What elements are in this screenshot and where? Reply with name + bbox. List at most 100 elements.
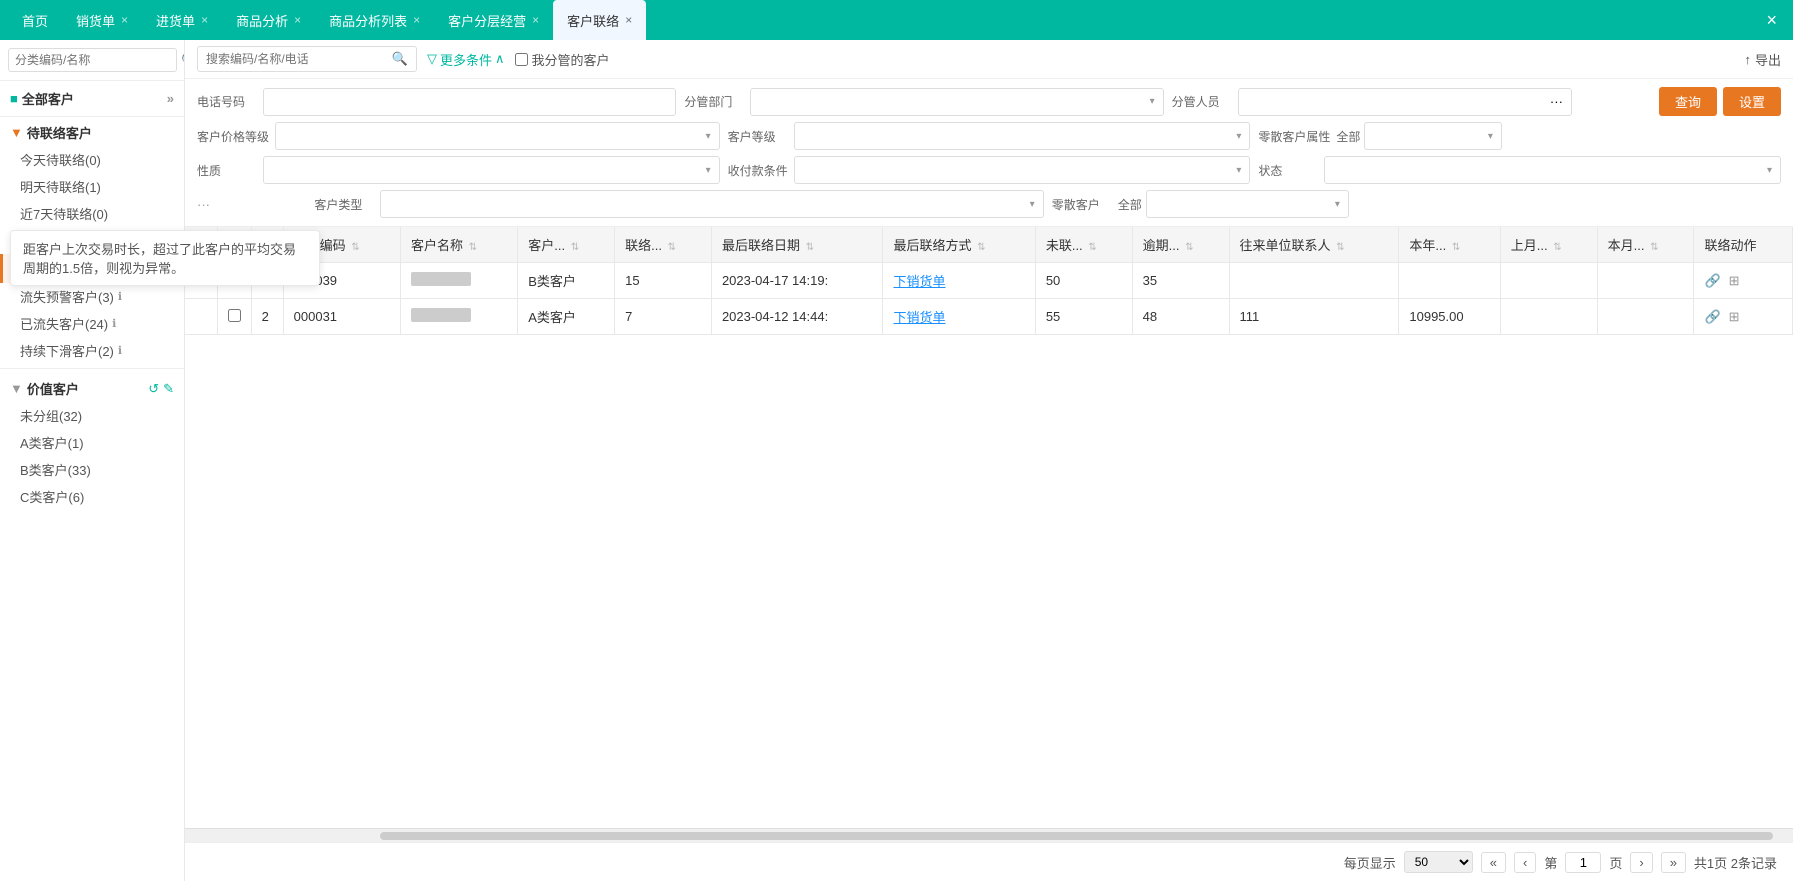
sidebar-item-churned[interactable]: 已流失客户(24) ℹ: [0, 310, 184, 337]
contact-column-header[interactable]: 联络... ⇅: [615, 227, 712, 263]
filter-phone-label: 电话号码: [197, 93, 257, 110]
row2-this-year: 10995.00: [1399, 299, 1500, 335]
row2-last-method[interactable]: 下销货单: [883, 299, 1035, 335]
close-product-list-tab[interactable]: ×: [413, 13, 420, 27]
filter-price-level-select[interactable]: ▾: [275, 122, 720, 150]
last-date-column-header[interactable]: 最后联络日期 ⇅: [711, 227, 883, 263]
filter-retail-customer-select[interactable]: ▾: [1146, 190, 1349, 218]
row1-link-icon[interactable]: 🔗: [1704, 273, 1720, 289]
nav-tab-purchase[interactable]: 进货单 ×: [142, 0, 222, 40]
filter-dept-field: 分管部门 ▾: [684, 88, 1163, 116]
query-button[interactable]: 查询: [1659, 87, 1717, 116]
this-year-column-header[interactable]: 本年... ⇅: [1399, 227, 1500, 263]
sidebar-item-class-a[interactable]: A类客户(1): [0, 429, 184, 456]
sidebar-price-icons[interactable]: ↺ ✎: [148, 381, 174, 397]
sidebar-all-customers[interactable]: ■ 全部客户 »: [0, 81, 184, 117]
page-number-input[interactable]: [1565, 852, 1601, 873]
row1-actions: 🔗 ⊞: [1694, 263, 1793, 299]
filter-phone-input[interactable]: [263, 88, 676, 116]
close-customer-tier-tab[interactable]: ×: [532, 13, 539, 27]
unit-contact-column-header[interactable]: 往来单位联系人 ⇅: [1229, 227, 1399, 263]
name-column-header[interactable]: 客户名称 ⇅: [400, 227, 517, 263]
nav-tab-customer-contact[interactable]: 客户联络 ×: [553, 0, 646, 40]
row1-more-icon[interactable]: ⊞: [1729, 273, 1740, 289]
next-page-button[interactable]: ›: [1630, 852, 1652, 873]
sidebar-item-declining[interactable]: 持续下滑客户(2) ℹ: [0, 337, 184, 364]
prev-page-button[interactable]: ‹: [1514, 852, 1536, 873]
close-customer-contact-tab[interactable]: ×: [625, 13, 632, 27]
churned-info-icon[interactable]: ℹ: [112, 317, 116, 330]
per-page-select[interactable]: 50 20 100: [1404, 851, 1473, 873]
filter-row-1: 电话号码 分管部门 ▾ 分管人员 ··· 查询 设置: [197, 87, 1781, 116]
filter-person-select[interactable]: ···: [1238, 88, 1572, 116]
advanced-filter: 电话号码 分管部门 ▾ 分管人员 ··· 查询 设置: [185, 79, 1793, 227]
row2-link-icon[interactable]: 🔗: [1704, 309, 1720, 325]
declining-info-icon[interactable]: ℹ: [118, 344, 122, 357]
filter-nature-select[interactable]: ▾: [263, 156, 720, 184]
sidebar-item-today[interactable]: 今天待联络(0): [0, 146, 184, 173]
sidebar-edit-icon[interactable]: ✎: [163, 381, 174, 397]
row2-checkbox[interactable]: [217, 299, 251, 335]
uncontacted-column-header[interactable]: 未联... ⇅: [1035, 227, 1132, 263]
row1-last-method[interactable]: 下销货单: [883, 263, 1035, 299]
my-customers-checkbox[interactable]: 我分管的客户: [515, 50, 610, 69]
table-area[interactable]: ⚙ 客户编码 ⇅ 客户名称 ⇅ 客户... ⇅ 联络... ⇅ 最后联络日期 ⇅…: [185, 227, 1793, 828]
nav-tab-product-analysis[interactable]: 商品分析 ×: [222, 0, 315, 40]
table-row: 2 000031 A类客户 7 2023-04-12 14:44: 下销货单 5…: [185, 299, 1793, 335]
sidebar-price-section: ▼ 价值客户 ↺ ✎: [0, 373, 184, 402]
sidebar-item-7days[interactable]: 近7天待联络(0): [0, 200, 184, 227]
row2-more-icon[interactable]: ⊞: [1729, 309, 1740, 325]
filter-dept-label: 分管部门: [684, 93, 744, 110]
filter-price-level-field: 客户价格等级 ▾: [197, 122, 720, 150]
type-column-header[interactable]: 客户... ⇅: [518, 227, 615, 263]
last-method-column-header[interactable]: 最后联络方式 ⇅: [883, 227, 1035, 263]
filter-customer-level-select[interactable]: ▾: [794, 122, 1251, 150]
close-product-analysis-tab[interactable]: ×: [294, 13, 301, 27]
row2-overdue: 48: [1132, 299, 1229, 335]
sidebar-price-title[interactable]: ▼ 价值客户: [10, 379, 79, 398]
sidebar-item-class-c[interactable]: C类客户(6): [0, 483, 184, 510]
window-close-button[interactable]: ×: [1758, 10, 1785, 31]
scrollbar-thumb[interactable]: [380, 832, 1773, 840]
horizontal-scrollbar[interactable]: [185, 828, 1793, 842]
sidebar-search-input[interactable]: [8, 48, 177, 72]
filter-dots-field: ···: [197, 197, 306, 212]
more-conditions-button[interactable]: ▽ 更多条件 ∧: [427, 50, 505, 69]
filter-status-select[interactable]: ▾: [1324, 156, 1781, 184]
search-input[interactable]: [206, 52, 392, 66]
sidebar-item-unclassified[interactable]: 未分组(32): [0, 402, 184, 429]
row1-name[interactable]: [400, 263, 517, 299]
churn-warning-info-icon[interactable]: ℹ: [118, 290, 122, 303]
filter-retail-attr-select[interactable]: ▾: [1364, 122, 1502, 150]
sidebar-item-tomorrow[interactable]: 明天待联络(1): [0, 173, 184, 200]
sidebar-item-churn-warning[interactable]: 流失预警客户(3) ℹ: [0, 283, 184, 310]
search-icon[interactable]: 🔍: [392, 51, 408, 67]
first-page-button[interactable]: «: [1481, 852, 1506, 873]
nav-tab-home[interactable]: 首页: [8, 0, 62, 40]
sidebar-item-class-b[interactable]: B类客户(33): [0, 456, 184, 483]
row2-name[interactable]: [400, 299, 517, 335]
row2-contact: 7: [615, 299, 712, 335]
nav-tab-sales[interactable]: 销货单 ×: [62, 0, 142, 40]
sidebar-refresh-icon[interactable]: ↺: [148, 381, 159, 397]
overdue-column-header[interactable]: 逾期... ⇅: [1132, 227, 1229, 263]
last-month-column-header[interactable]: 上月... ⇅: [1500, 227, 1597, 263]
this-month-column-header[interactable]: 本月... ⇅: [1597, 227, 1694, 263]
row2-last-date: 2023-04-12 14:44:: [711, 299, 883, 335]
filter-customer-type-select[interactable]: ▾: [380, 190, 1043, 218]
my-customers-check[interactable]: [515, 53, 528, 66]
nav-tab-customer-tier[interactable]: 客户分层经营 ×: [434, 0, 553, 40]
filter-dots[interactable]: ···: [197, 197, 210, 212]
nav-tab-product-list[interactable]: 商品分析列表 ×: [315, 0, 434, 40]
close-sales-tab[interactable]: ×: [121, 13, 128, 27]
export-button[interactable]: ↑ 导出: [1744, 50, 1781, 69]
action-column-header: 联络动作: [1694, 227, 1793, 263]
sidebar-section-pending[interactable]: ▼ 待联络客户: [0, 117, 184, 146]
last-page-button[interactable]: »: [1661, 852, 1686, 873]
sidebar-collapse-icon[interactable]: »: [167, 91, 174, 106]
row2-code[interactable]: 000031: [283, 299, 400, 335]
close-purchase-tab[interactable]: ×: [201, 13, 208, 27]
filter-dept-select[interactable]: ▾: [750, 88, 1163, 116]
settings-button[interactable]: 设置: [1723, 87, 1781, 116]
filter-payment-select[interactable]: ▾: [794, 156, 1251, 184]
